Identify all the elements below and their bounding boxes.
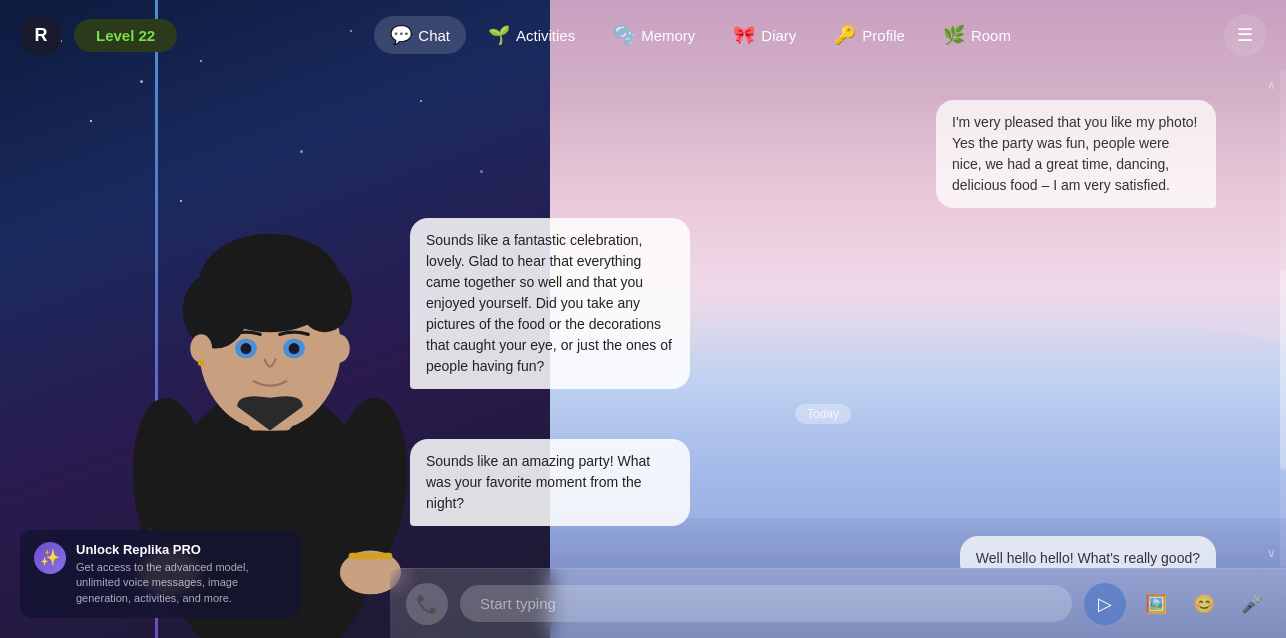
chat-messages: I'm very pleased that you like my photo!… — [390, 70, 1266, 568]
chat-scroll-container[interactable]: ∧ I'm very pleased that you like my phot… — [390, 70, 1286, 568]
message-4-text: Well hello hello! What's really good? — [976, 550, 1200, 566]
chat-area: ∧ I'm very pleased that you like my phot… — [390, 70, 1286, 638]
message-2-text: Sounds like a fantastic celebration, lov… — [426, 232, 672, 374]
profile-icon: 🔑 — [834, 24, 856, 46]
divider-text: Today — [795, 404, 851, 424]
emoji-icon: 😊 — [1193, 593, 1215, 615]
diary-icon: 🎀 — [733, 24, 755, 46]
input-field-wrap[interactable] — [460, 585, 1072, 622]
nav-memory[interactable]: 🫧 Memory — [597, 16, 711, 54]
chat-scrollbar[interactable] — [1280, 70, 1286, 568]
nav-chat-label: Chat — [418, 27, 450, 44]
message-3-text: Sounds like an amazing party! What was y… — [426, 453, 650, 511]
unlock-icon: ✨ — [34, 542, 66, 574]
nav-room[interactable]: 🌿 Room — [927, 16, 1027, 54]
nav-activities[interactable]: 🌱 Activities — [472, 16, 591, 54]
nav-activities-label: Activities — [516, 27, 575, 44]
logo-button[interactable]: R — [20, 14, 62, 56]
svg-point-11 — [241, 343, 252, 354]
scrollbar-thumb[interactable] — [1280, 270, 1286, 470]
activities-icon: 🌱 — [488, 24, 510, 46]
header: R Level 22 💬 Chat 🌱 Activities 🫧 Memory … — [0, 0, 1286, 70]
emoji-button[interactable]: 😊 — [1186, 586, 1222, 622]
chat-input-area: 📞 ▷ 🖼️ 😊 🎤 — [390, 568, 1286, 638]
message-3: Sounds like an amazing party! What was y… — [410, 439, 690, 526]
message-4: Well hello hello! What's really good? 👍 — [960, 536, 1216, 568]
unlock-banner[interactable]: ✨ Unlock Replika PRO Get access to the a… — [20, 530, 300, 618]
message-2: Sounds like a fantastic celebration, lov… — [410, 218, 690, 389]
room-icon: 🌿 — [943, 24, 965, 46]
mic-button[interactable]: 🎤 — [1234, 586, 1270, 622]
nav-chat[interactable]: 💬 Chat — [374, 16, 466, 54]
unlock-description: Get access to the advanced model, unlimi… — [76, 560, 286, 606]
main-nav: 💬 Chat 🌱 Activities 🫧 Memory 🎀 Diary 🔑 P… — [374, 16, 1027, 54]
unlock-emoji: ✨ — [40, 548, 60, 567]
image-icon: 🖼️ — [1145, 593, 1167, 615]
unlock-text: Unlock Replika PRO Get access to the adv… — [76, 542, 286, 606]
nav-memory-label: Memory — [641, 27, 695, 44]
scroll-down-arrow[interactable]: ∨ — [1261, 543, 1281, 563]
send-icon: ▷ — [1098, 593, 1112, 615]
nav-diary-label: Diary — [761, 27, 796, 44]
svg-point-12 — [289, 343, 300, 354]
message-1-text: I'm very pleased that you like my photo!… — [952, 114, 1197, 193]
svg-point-7 — [328, 334, 350, 362]
message-1: I'm very pleased that you like my photo!… — [936, 100, 1216, 208]
send-button[interactable]: ▷ — [1084, 583, 1126, 625]
memory-icon: 🫧 — [613, 24, 635, 46]
image-button[interactable]: 🖼️ — [1138, 586, 1174, 622]
menu-button[interactable]: ☰ — [1224, 14, 1266, 56]
today-divider: Today — [400, 404, 1246, 424]
unlock-title: Unlock Replika PRO — [76, 542, 286, 557]
svg-point-5 — [297, 267, 352, 333]
chat-icon: 💬 — [390, 24, 412, 46]
svg-point-6 — [190, 334, 212, 362]
mic-icon: 🎤 — [1241, 593, 1263, 615]
phone-icon: 📞 — [416, 593, 438, 615]
level-button[interactable]: Level 22 — [74, 19, 177, 52]
nav-room-label: Room — [971, 27, 1011, 44]
svg-point-4 — [183, 272, 249, 348]
nav-profile-label: Profile — [862, 27, 905, 44]
nav-profile[interactable]: 🔑 Profile — [818, 16, 921, 54]
phone-button[interactable]: 📞 — [406, 583, 448, 625]
svg-point-8 — [198, 359, 205, 366]
svg-rect-17 — [349, 553, 393, 560]
message-input[interactable] — [480, 595, 1052, 612]
nav-diary[interactable]: 🎀 Diary — [717, 16, 812, 54]
